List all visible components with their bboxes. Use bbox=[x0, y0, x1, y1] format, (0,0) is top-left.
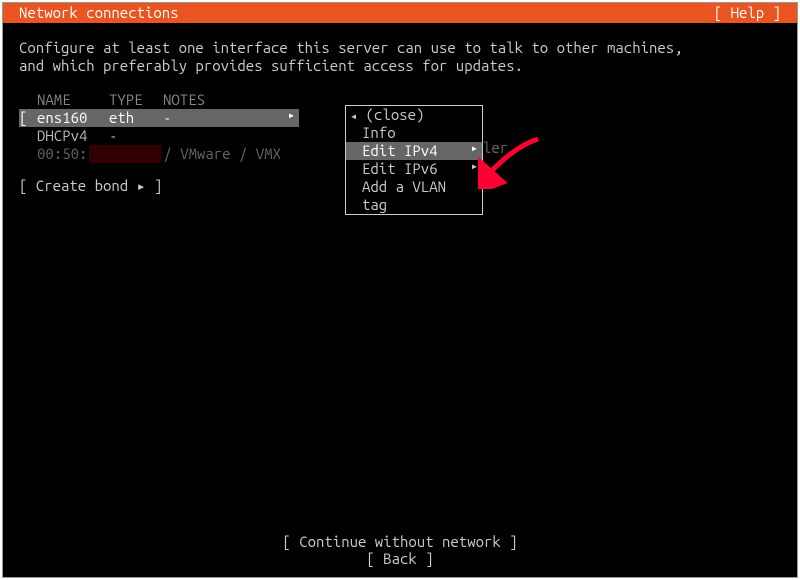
header-name: NAME bbox=[37, 91, 109, 109]
window-title: Network connections bbox=[19, 4, 179, 22]
triangle-left-icon: ◂ bbox=[350, 110, 357, 123]
dropdown-info[interactable]: Info bbox=[346, 124, 482, 142]
interface-name: ens160 bbox=[37, 109, 109, 127]
expand-icon: ▸ bbox=[281, 109, 299, 127]
dhcp-type: - bbox=[109, 127, 163, 145]
dropdown-close[interactable]: ◂ (close) bbox=[346, 106, 482, 124]
terminal-window: Network connections [ Help ] Configure a… bbox=[2, 2, 798, 578]
interface-notes: - bbox=[163, 109, 281, 127]
dropdown-edit-ipv6[interactable]: Edit IPv6 ▸ bbox=[346, 160, 482, 178]
continue-without-network-button[interactable]: [ Continue without network ] bbox=[3, 533, 797, 550]
controller-text-partial: ler bbox=[483, 139, 508, 157]
interface-type: eth bbox=[109, 109, 163, 127]
mac-redacted bbox=[89, 145, 161, 163]
row-bracket-left: [ bbox=[19, 109, 37, 127]
mac-vendor: / VMware / VMX bbox=[163, 145, 281, 163]
footer-buttons: [ Continue without network ] [ Back ] bbox=[3, 533, 797, 568]
interface-row-selected[interactable]: [ ens160 eth - ▸ bbox=[19, 109, 299, 127]
dropdown-edit-ipv4[interactable]: Edit IPv4 ▸ bbox=[346, 142, 482, 160]
header-type: TYPE bbox=[109, 91, 163, 109]
back-button[interactable]: [ Back ] bbox=[3, 550, 797, 567]
mac-prefix: 00:50: bbox=[37, 145, 87, 163]
triangle-right-icon: ▸ bbox=[471, 142, 478, 160]
dhcp-label: DHCPv4 bbox=[37, 127, 109, 145]
dropdown-add-vlan[interactable]: Add a VLAN tag bbox=[346, 178, 482, 214]
interface-dropdown-menu: ◂ (close) Info Edit IPv4 ▸ Edit IPv6 ▸ A… bbox=[345, 105, 483, 215]
intro-text: Configure at least one interface this se… bbox=[19, 39, 781, 75]
main-content: Configure at least one interface this se… bbox=[3, 39, 797, 195]
triangle-right-icon: ▸ bbox=[471, 160, 478, 178]
title-bar: Network connections [ Help ] bbox=[3, 3, 797, 23]
help-button[interactable]: [ Help ] bbox=[714, 4, 781, 22]
